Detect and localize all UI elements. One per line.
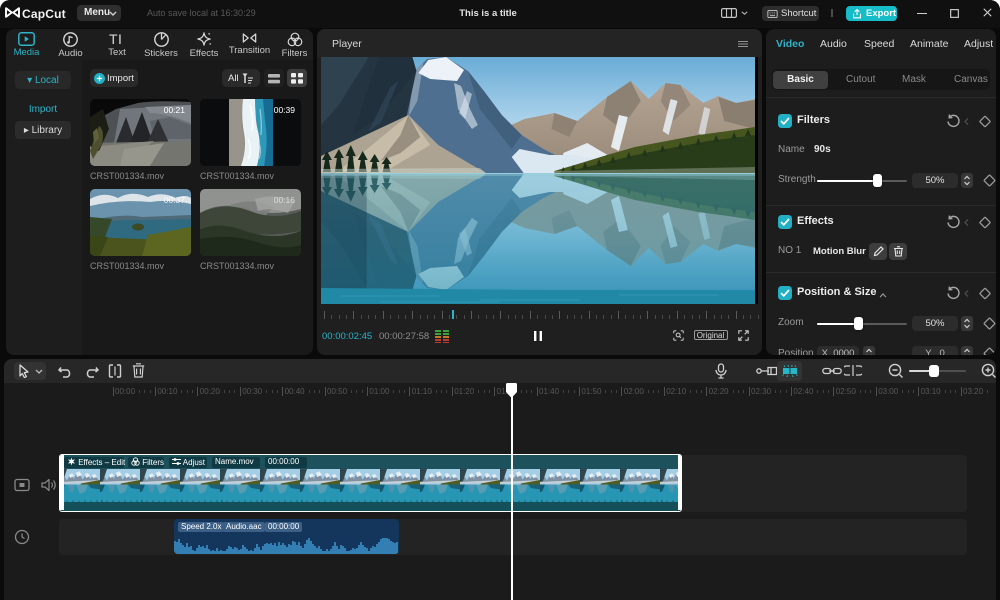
svg-text:I: I: [118, 32, 122, 46]
svg-text:T: T: [109, 32, 118, 46]
